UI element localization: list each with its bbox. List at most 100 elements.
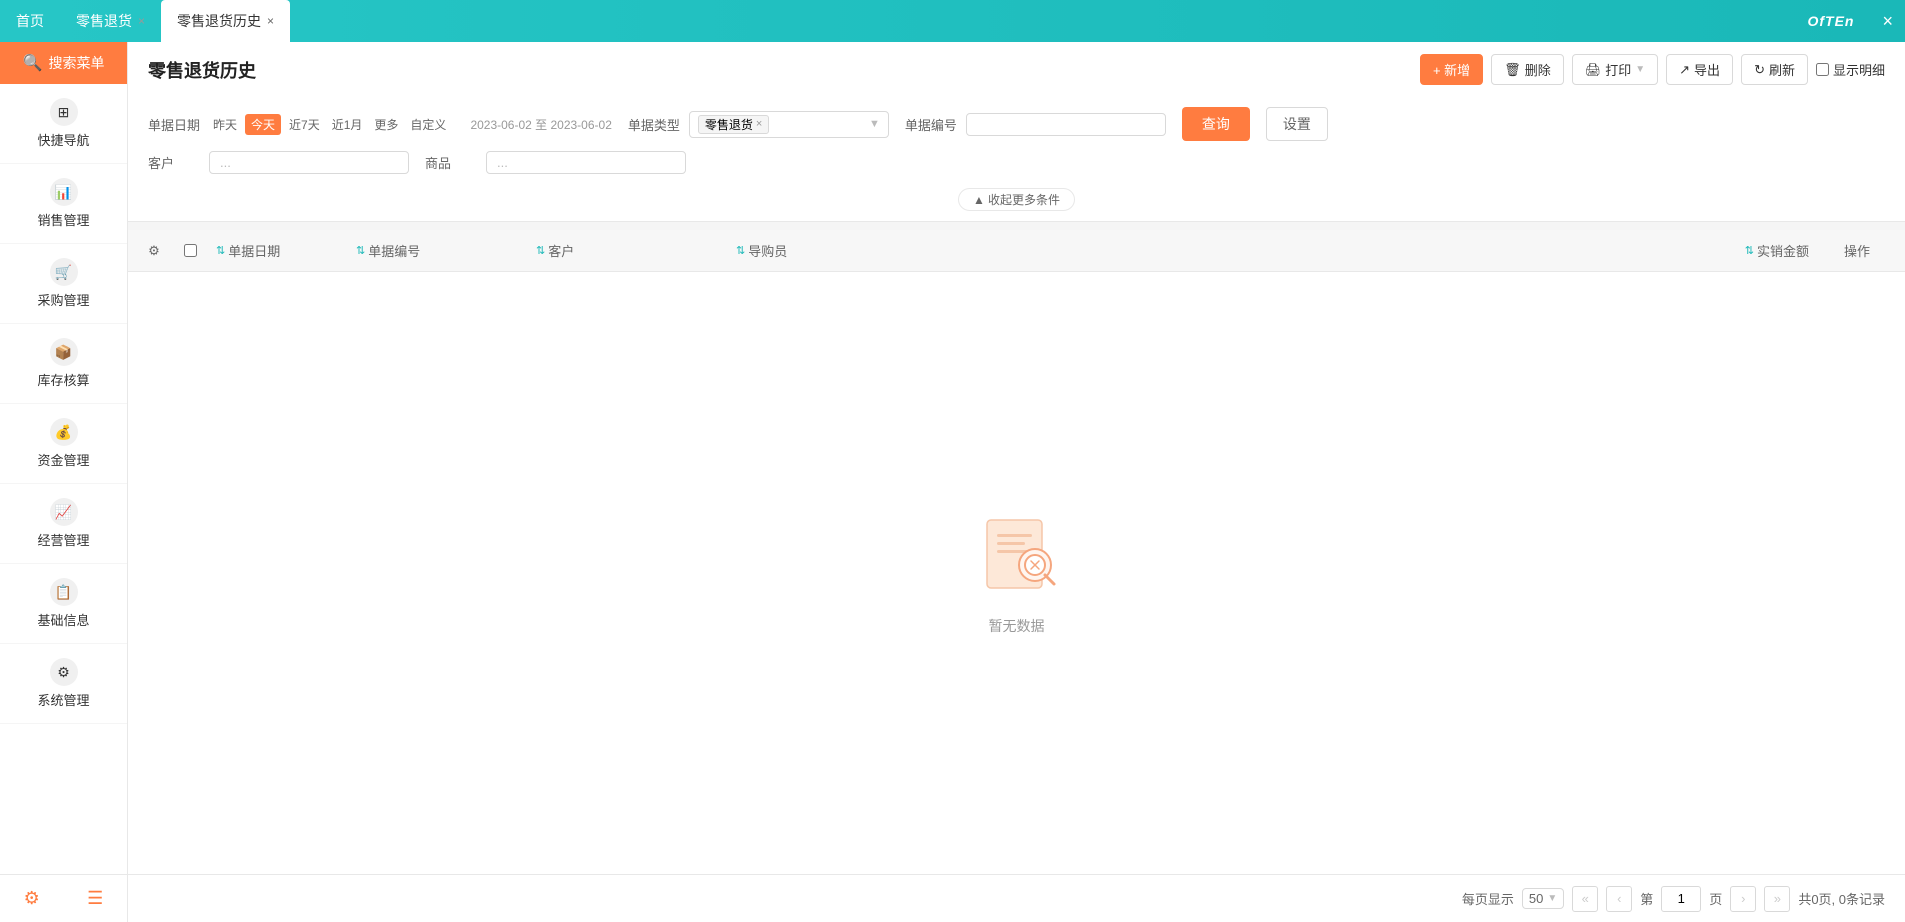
- sidebar-item-basic-info[interactable]: 📋 基础信息: [0, 564, 127, 644]
- bill-type-tag: 零售退货 ×: [698, 115, 769, 134]
- toolbar: + 新增 🗑 删除 🖨 打印 ▼ ↗ 导出 ↻: [1420, 54, 1885, 85]
- bill-type-select[interactable]: 零售退货 × ▼: [689, 111, 889, 138]
- empty-state: 暂无数据: [128, 272, 1905, 874]
- tab-return-history[interactable]: 零售退货历史 ×: [161, 0, 290, 42]
- bill-type-filter-item: 单据类型 零售退货 × ▼: [628, 111, 889, 138]
- sidebar-search[interactable]: 🔍 搜索菜单: [0, 42, 127, 84]
- shortcut-7days[interactable]: 近7天: [285, 114, 324, 135]
- export-button[interactable]: ↗ 导出: [1666, 54, 1733, 85]
- tab-home[interactable]: 首页: [0, 0, 60, 42]
- table-col-customer[interactable]: ⇅ 客户: [528, 241, 728, 260]
- prev-page-button[interactable]: ‹: [1606, 886, 1632, 912]
- window-close-button[interactable]: ×: [1870, 11, 1905, 32]
- sales-icon: 📊: [50, 178, 78, 206]
- sidebar-item-operations[interactable]: 📈 经营管理: [0, 484, 127, 564]
- bill-number-filter-item: 单据编号: [905, 113, 1166, 136]
- table-col-bill-number[interactable]: ⇅ 单据编号: [348, 241, 528, 260]
- per-page-select[interactable]: 50 ▼: [1522, 888, 1564, 909]
- sidebar-item-inventory[interactable]: 📦 库存核算: [0, 324, 127, 404]
- page-unit-label: 页: [1709, 889, 1722, 908]
- sidebar-menu-icon[interactable]: ☰: [87, 888, 103, 909]
- customer-filter-item: 客户 ...: [148, 151, 409, 174]
- table-select-all-checkbox[interactable]: [184, 244, 197, 257]
- operations-icon: 📈: [50, 498, 78, 526]
- quick-nav-icon: ⊞: [50, 98, 78, 126]
- date-range-display: 2023-06-02 至 2023-06-02: [466, 116, 611, 133]
- shortcut-more[interactable]: 更多: [370, 114, 402, 135]
- table-header: ⚙ ⇅ 单据日期 ⇅ 单据编号 ⇅ 客户 ⇅: [128, 230, 1905, 272]
- per-page-chevron-icon: ▼: [1547, 893, 1557, 904]
- shortcut-yesterday[interactable]: 昨天: [209, 114, 241, 135]
- shortcut-custom[interactable]: 自定义: [406, 114, 450, 135]
- sidebar-settings-icon[interactable]: ⚙: [24, 888, 40, 909]
- goods-select[interactable]: ...: [486, 151, 686, 174]
- table-col-amount[interactable]: ⇅ 实销金额: [1697, 241, 1817, 260]
- sidebar-bottom: ⚙ ☰: [0, 874, 127, 922]
- print-icon: 🖨: [1585, 62, 1602, 78]
- system-icon: ⚙: [50, 658, 78, 686]
- bill-type-chevron-icon: ▼: [869, 118, 880, 130]
- table-col-date[interactable]: ⇅ 单据日期: [208, 241, 348, 260]
- collapse-button[interactable]: ▲ 收起更多条件: [958, 188, 1075, 211]
- sidebar-menu: ⊞ 快捷导航 📊 销售管理 🛒 采购管理 📦 库存核算 💰 资金管理 📈: [0, 84, 127, 874]
- first-page-button[interactable]: «: [1572, 886, 1598, 912]
- delete-icon: 🗑: [1504, 62, 1521, 78]
- shortcut-today[interactable]: 今天: [245, 114, 281, 135]
- collapse-row: ▲ 收起更多条件: [148, 184, 1885, 221]
- bill-type-tag-close[interactable]: ×: [756, 118, 762, 130]
- next-page-button[interactable]: ›: [1730, 886, 1756, 912]
- goods-label: 商品: [425, 153, 480, 172]
- print-chevron-icon: ▼: [1635, 64, 1645, 75]
- query-button[interactable]: 查询: [1182, 107, 1250, 141]
- amount-sort-icon: ⇅: [1745, 244, 1754, 257]
- finance-icon: 💰: [50, 418, 78, 446]
- sidebar-item-purchase[interactable]: 🛒 采购管理: [0, 244, 127, 324]
- page-title: 零售退货历史: [148, 57, 256, 83]
- delete-button[interactable]: 🗑 删除: [1491, 54, 1564, 85]
- tab-return-close[interactable]: ×: [138, 14, 145, 28]
- sidebar-item-system[interactable]: ⚙ 系统管理: [0, 644, 127, 724]
- tab-return-history-close[interactable]: ×: [267, 14, 274, 28]
- bill-sort-icon: ⇅: [356, 244, 365, 257]
- empty-illustration: [967, 510, 1067, 600]
- bill-number-input[interactable]: [966, 113, 1166, 136]
- filter-settings-button[interactable]: 设置: [1266, 107, 1328, 141]
- shortcut-month[interactable]: 近1月: [328, 114, 367, 135]
- table-settings-icon[interactable]: ⚙: [148, 243, 160, 259]
- add-button[interactable]: + 新增: [1420, 54, 1483, 85]
- date-shortcuts: 昨天 今天 近7天 近1月 更多 自定义: [209, 114, 450, 135]
- filter-area: 单据日期 昨天 今天 近7天 近1月 更多 自定义 2023-06-02 至 2…: [148, 97, 1885, 221]
- table-col-guide[interactable]: ⇅ 导购员: [728, 241, 1697, 260]
- date-range-text: 2023-06-02 至 2023-06-02: [470, 116, 611, 133]
- empty-text: 暂无数据: [989, 616, 1045, 636]
- tab-return[interactable]: 零售退货 ×: [60, 0, 161, 42]
- page-header: 零售退货历史 + 新增 🗑 删除 🖨 打印 ▼ ↗ 导出: [128, 42, 1905, 222]
- table-col-settings[interactable]: ⚙: [136, 243, 172, 259]
- brand-logo: OfTEn: [1807, 13, 1854, 29]
- date-sort-icon: ⇅: [216, 244, 225, 257]
- bill-number-label: 单据编号: [905, 115, 960, 134]
- export-icon: ↗: [1679, 62, 1690, 78]
- pagination-bar: 每页显示 50 ▼ « ‹ 第 页 › » 共0页, 0条记录: [128, 874, 1905, 922]
- guide-sort-icon: ⇅: [736, 244, 745, 257]
- per-page-label: 每页显示: [1462, 889, 1514, 908]
- goods-filter-item: 商品 ...: [425, 151, 686, 174]
- print-button[interactable]: 🖨 打印 ▼: [1572, 54, 1658, 85]
- sidebar-item-sales[interactable]: 📊 销售管理: [0, 164, 127, 244]
- show-detail-checkbox[interactable]: 显示明细: [1816, 60, 1885, 79]
- refresh-button[interactable]: ↻ 刷新: [1741, 54, 1808, 85]
- table-col-checkbox: [172, 244, 208, 257]
- content-area: 零售退货历史 + 新增 🗑 删除 🖨 打印 ▼ ↗ 导出: [128, 42, 1905, 922]
- last-page-button[interactable]: »: [1764, 886, 1790, 912]
- purchase-icon: 🛒: [50, 258, 78, 286]
- customer-sort-icon: ⇅: [536, 244, 545, 257]
- customer-select[interactable]: ...: [209, 151, 409, 174]
- current-page-label: 第: [1640, 889, 1653, 908]
- basic-info-icon: 📋: [50, 578, 78, 606]
- sidebar-item-finance[interactable]: 💰 资金管理: [0, 404, 127, 484]
- page-number-input[interactable]: [1661, 886, 1701, 912]
- show-detail-input[interactable]: [1816, 63, 1829, 76]
- search-icon: 🔍: [23, 53, 43, 73]
- sidebar-item-quick-nav[interactable]: ⊞ 快捷导航: [0, 84, 127, 164]
- collapse-icon: ▲: [973, 193, 985, 207]
